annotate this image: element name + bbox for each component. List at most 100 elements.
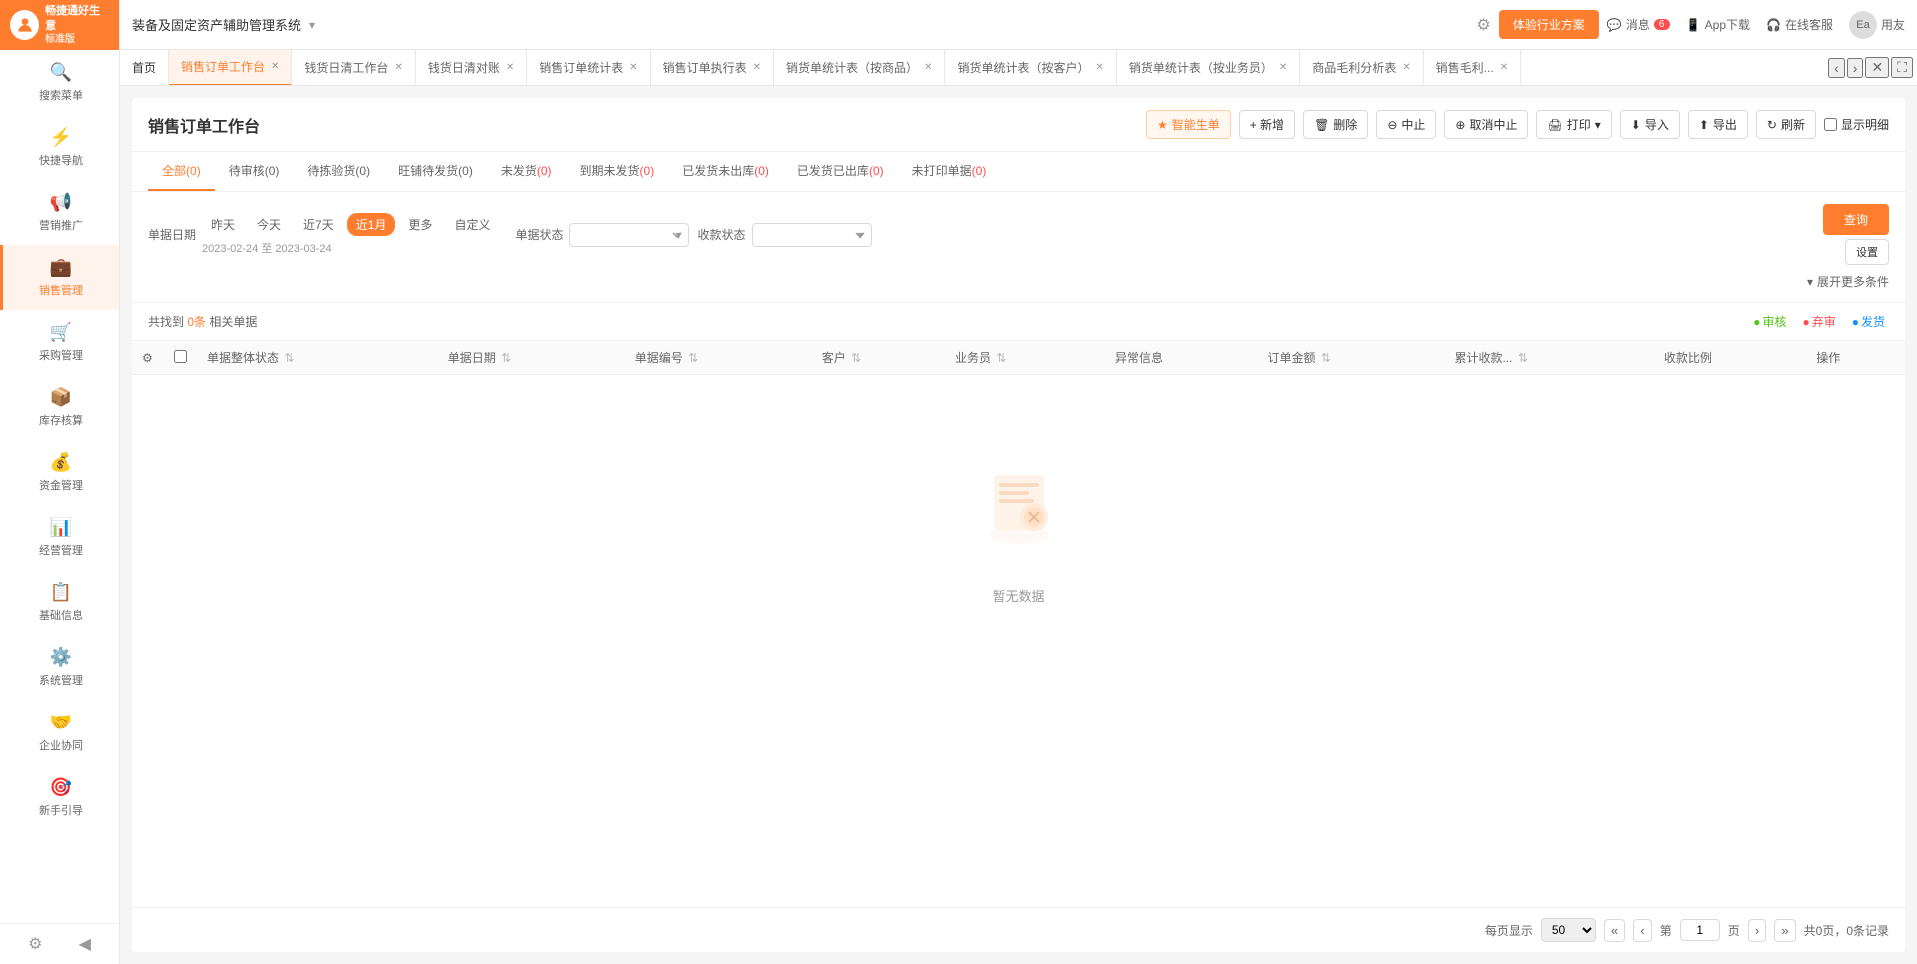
first-page-btn[interactable]: « xyxy=(1604,919,1625,942)
last-page-btn[interactable]: » xyxy=(1774,919,1795,942)
new-btn[interactable]: + 新增 xyxy=(1239,110,1295,139)
user-menu-btn[interactable]: Ea 用友 xyxy=(1849,11,1905,39)
page-size-select[interactable]: 50 20 100 xyxy=(1541,918,1596,942)
sidebar-item-basic-info[interactable]: 📋 基础信息 xyxy=(0,570,119,635)
tab-home[interactable]: 首页 xyxy=(120,50,169,86)
sidebar-item-marketing[interactable]: 📢 营销推广 xyxy=(0,180,119,245)
online-service-btn[interactable]: 🎧 在线客服 xyxy=(1766,16,1833,33)
tab-close-all-btn[interactable]: ✕ xyxy=(1865,57,1889,78)
tab-profit-analysis[interactable]: 商品毛利分析表 ✕ xyxy=(1300,50,1423,86)
date-yesterday-btn[interactable]: 昨天 xyxy=(202,213,244,236)
tab-close-sales-exec[interactable]: ✕ xyxy=(753,62,761,73)
sort-number-icon[interactable]: ⇅ xyxy=(688,351,698,365)
column-settings-icon[interactable]: ⚙ xyxy=(142,351,153,365)
sort-staff-icon[interactable]: ⇅ xyxy=(996,351,1006,365)
tab-sales-exec[interactable]: 销售订单执行表 ✕ xyxy=(651,50,774,86)
subtab-pending-ship[interactable]: 旺铺待发货(0) xyxy=(384,152,487,191)
smart-create-btn[interactable]: ★ 智能生单 xyxy=(1146,110,1231,139)
subtab-all[interactable]: 全部(0) xyxy=(148,152,215,191)
sidebar-item-search[interactable]: 🔍 搜索菜单 xyxy=(0,50,119,115)
page-input[interactable] xyxy=(1680,919,1720,941)
tab-daily-clear[interactable]: 钱货日清工作台 ✕ xyxy=(292,50,415,86)
select-all-checkbox[interactable] xyxy=(174,350,187,363)
sort-payment-icon[interactable]: ⇅ xyxy=(1518,351,1528,365)
filter-payment-select[interactable] xyxy=(752,223,872,247)
cancel-stop-btn[interactable]: ⊕ 取消中止 xyxy=(1444,110,1528,139)
topbar-arrow-icon[interactable]: ▾ xyxy=(309,18,315,32)
tab-reconciliation[interactable]: 钱货日清对账 ✕ xyxy=(416,50,527,86)
subtab-not-printed[interactable]: 未打印单据(0) xyxy=(898,152,1001,191)
filter-status-select[interactable] xyxy=(569,223,689,247)
sort-customer-icon[interactable]: ⇅ xyxy=(851,351,861,365)
tab-close-goods-stats[interactable]: ✕ xyxy=(924,62,932,73)
prev-page-btn[interactable]: ‹ xyxy=(1633,919,1651,942)
refresh-btn[interactable]: ↻ 刷新 xyxy=(1756,110,1816,139)
show-detail-checkbox[interactable] xyxy=(1824,118,1837,131)
settings-btn[interactable]: 设置 xyxy=(1845,239,1889,265)
sort-date-icon[interactable]: ⇅ xyxy=(501,351,511,365)
sidebar-item-inventory[interactable]: 📦 库存核算 xyxy=(0,375,119,440)
sidebar-item-purchase[interactable]: 🛒 采购管理 xyxy=(0,310,119,375)
tab-close-profit-analysis[interactable]: ✕ xyxy=(1402,62,1410,73)
data-table: ⚙ 单据整体状态 ⇅ 单据日期 ⇅ xyxy=(132,341,1905,907)
tab-close-staff-stats[interactable]: ✕ xyxy=(1279,62,1287,73)
tab-close-daily-clear[interactable]: ✕ xyxy=(394,62,402,73)
tab-sales-stats[interactable]: 销售订单统计表 ✕ xyxy=(527,50,650,86)
tab-close-customer-stats[interactable]: ✕ xyxy=(1095,62,1103,73)
tab-close-sales-stats[interactable]: ✕ xyxy=(629,62,637,73)
collapse-icon[interactable]: ◀ xyxy=(79,934,91,954)
query-btn[interactable]: 查询 xyxy=(1823,204,1889,235)
subtab-not-shipped[interactable]: 未发货(0) xyxy=(487,152,566,191)
stop-btn[interactable]: ⊖ 中止 xyxy=(1376,110,1436,139)
basic-info-icon: 📋 xyxy=(50,582,72,603)
date-custom-btn[interactable]: 自定义 xyxy=(445,213,499,236)
subtab-pending-check[interactable]: 待拣验货(0) xyxy=(293,152,384,191)
content-card: 销售订单工作台 ★ 智能生单 + 新增 🗑 删除 ⊖ 中止 xyxy=(132,98,1905,952)
revoke-btn[interactable]: ● 弃审 xyxy=(1798,311,1839,332)
tab-staff-stats[interactable]: 销货单统计表（按业务员） ✕ xyxy=(1117,50,1300,86)
app-download-btn[interactable]: 📱 App下载 xyxy=(1686,16,1750,33)
sidebar-item-guide[interactable]: 🎯 新手引导 xyxy=(0,765,119,830)
sidebar-item-finance[interactable]: 💰 资金管理 xyxy=(0,440,119,505)
topbar-settings-icon[interactable]: ⚙ xyxy=(1476,15,1490,35)
tab-goods-stats[interactable]: 销货单统计表（按商品） ✕ xyxy=(774,50,945,86)
date-7days-btn[interactable]: 近7天 xyxy=(294,213,343,236)
industry-btn[interactable]: 体验行业方案 xyxy=(1499,10,1599,39)
tab-close-reconciliation[interactable]: ✕ xyxy=(506,62,514,73)
print-btn[interactable]: 🖨 打印 ▾ xyxy=(1536,110,1611,139)
filter-date-range: 2023-02-24 至 2023-03-24 xyxy=(202,240,499,256)
tab-close-sales-profit[interactable]: ✕ xyxy=(1500,62,1508,73)
tab-next-btn[interactable]: › xyxy=(1847,58,1864,78)
date-today-btn[interactable]: 今天 xyxy=(248,213,290,236)
tab-fullscreen-btn[interactable]: ⛶ xyxy=(1891,57,1913,78)
import-btn[interactable]: ⬇ 导入 xyxy=(1620,110,1680,139)
tab-sales-profit[interactable]: 销售毛利... ✕ xyxy=(1424,50,1521,86)
tab-prev-btn[interactable]: ‹ xyxy=(1828,58,1845,78)
tab-customer-stats[interactable]: 销货单统计表（按客户） ✕ xyxy=(945,50,1116,86)
subtab-shipped-not-out[interactable]: 已发货未出库(0) xyxy=(668,152,783,191)
ship-btn[interactable]: ● 发货 xyxy=(1848,311,1889,332)
show-detail-checkbox-label[interactable]: 显示明细 xyxy=(1824,116,1889,133)
message-btn[interactable]: 💬 消息 6 xyxy=(1607,16,1670,33)
sidebar-item-system[interactable]: ⚙️ 系统管理 xyxy=(0,635,119,700)
subtab-shipped-out[interactable]: 已发货已出库(0) xyxy=(783,152,898,191)
subtab-pending-audit[interactable]: 待审核(0) xyxy=(215,152,294,191)
expand-down-icon: ▾ xyxy=(1807,275,1813,289)
sidebar-item-sales[interactable]: 💼 销售管理 xyxy=(0,245,119,310)
settings-bottom-icon[interactable]: ⚙ xyxy=(28,934,42,954)
subtab-overdue-ship[interactable]: 到期未发货(0) xyxy=(566,152,669,191)
date-more-btn[interactable]: 更多 xyxy=(399,213,441,236)
tab-close-sales-workbench[interactable]: ✕ xyxy=(271,61,279,72)
date-1month-btn[interactable]: 近1月 xyxy=(347,213,396,236)
delete-btn[interactable]: 🗑 删除 xyxy=(1303,110,1368,139)
sidebar-item-quick-nav[interactable]: ⚡ 快捷导航 xyxy=(0,115,119,180)
expand-filter-btn[interactable]: ▾ 展开更多条件 xyxy=(1807,273,1889,290)
tab-sales-workbench[interactable]: 销售订单工作台 ✕ xyxy=(169,50,292,86)
audit-btn[interactable]: ● 审核 xyxy=(1749,311,1790,332)
export-btn[interactable]: ⬆ 导出 xyxy=(1688,110,1748,139)
sort-amount-icon[interactable]: ⇅ xyxy=(1321,351,1331,365)
sidebar-item-enterprise[interactable]: 🤝 企业协同 xyxy=(0,700,119,765)
next-page-btn[interactable]: › xyxy=(1748,919,1766,942)
sort-status-icon[interactable]: ⇅ xyxy=(284,351,294,365)
sidebar-item-operations[interactable]: 📊 经营管理 xyxy=(0,505,119,570)
